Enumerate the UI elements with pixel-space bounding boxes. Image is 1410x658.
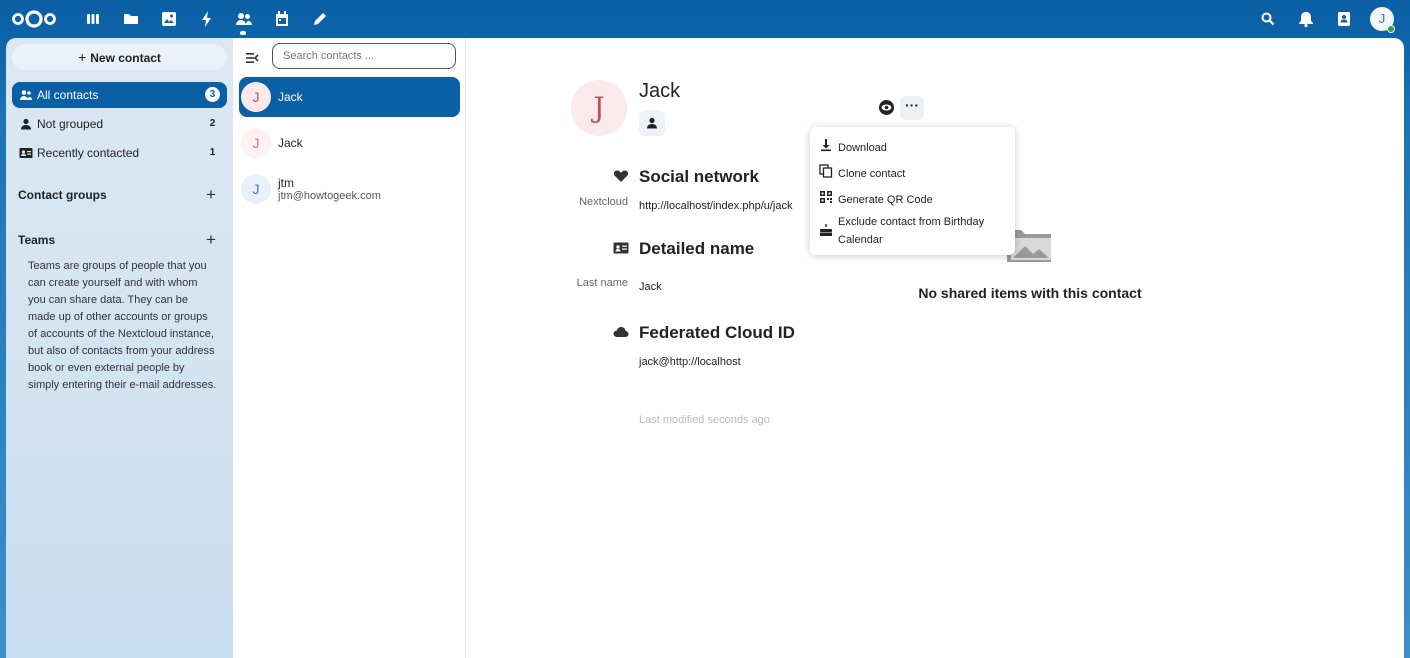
plus-icon: +	[78, 49, 87, 65]
last-modified: Last modified seconds ago	[639, 414, 770, 426]
contact-title[interactable]: Jack	[639, 80, 680, 103]
app-navigation: + New contact All contacts 3 Not grouped …	[6, 38, 233, 658]
contact-row[interactable]: J Jack	[239, 77, 460, 117]
contact-avatar: J	[241, 82, 271, 112]
contact-avatar: J	[241, 174, 271, 204]
toggle-navigation-icon[interactable]	[244, 50, 260, 66]
menu-item-exclude-birthday[interactable]: Exclude contact from Birthday Calendar	[810, 211, 1015, 251]
download-icon	[819, 138, 833, 152]
contacts-menu-icon[interactable]	[1335, 10, 1353, 28]
bell-icon[interactable]	[1297, 10, 1315, 28]
contacts-list: J Jack J Jack J jtm jtm@howtogeek.com	[233, 38, 466, 658]
contact-row[interactable]: J jtm jtm@howtogeek.com	[239, 169, 460, 209]
contact-card-icon	[19, 146, 33, 160]
contact-row[interactable]: J Jack	[239, 123, 460, 163]
status-online-icon	[1387, 25, 1395, 33]
new-contact-button[interactable]: + New contact	[12, 44, 227, 70]
actions-menu: Download Clone contact Generate QR Code …	[810, 127, 1015, 255]
federated-cloud-heading: Federated Cloud ID	[639, 323, 795, 342]
nav-label: All contacts	[37, 88, 99, 102]
lastname-value[interactable]: Jack	[639, 281, 662, 293]
notes-icon[interactable]	[311, 10, 329, 28]
photos-icon[interactable]	[160, 10, 178, 28]
search-input[interactable]	[272, 43, 456, 69]
new-contact-label: New contact	[90, 51, 161, 65]
social-value[interactable]: http://localhost/index.php/u/jack	[639, 200, 792, 212]
social-network-heading: Social network	[639, 167, 759, 186]
calendar-icon[interactable]	[273, 10, 291, 28]
contact-type-button[interactable]	[639, 110, 665, 136]
teams-heading: Teams	[18, 233, 56, 247]
detailed-name-heading: Detailed name	[639, 239, 755, 258]
nav-label: Recently contacted	[37, 146, 140, 160]
menu-item-qr-code[interactable]: Generate QR Code	[810, 185, 1015, 209]
contacts-icon[interactable]	[235, 10, 253, 28]
contact-name: jtm	[278, 176, 294, 190]
qr-code-icon	[819, 190, 833, 204]
nextcloud-logo[interactable]	[10, 9, 58, 29]
menu-label: Download	[838, 142, 887, 154]
nav-item-recently-contacted[interactable]: Recently contacted 1	[12, 140, 227, 166]
more-actions-button[interactable]: ···	[900, 96, 924, 120]
nav-item-not-grouped[interactable]: Not grouped 2	[12, 111, 227, 137]
person-icon	[647, 117, 657, 129]
menu-label: Exclude contact from Birthday Calendar	[838, 216, 985, 246]
nav-label: Not grouped	[37, 117, 104, 131]
add-team-button[interactable]: +	[206, 231, 216, 248]
cake-icon	[819, 223, 833, 237]
contact-groups-heading: Contact groups	[18, 188, 107, 202]
teams-description: Teams are groups of people that you can …	[28, 260, 217, 391]
contact-name: Jack	[278, 90, 303, 104]
federated-value[interactable]: jack@http://localhost	[639, 356, 741, 368]
contact-name: Jack	[278, 136, 303, 150]
contact-avatar-large[interactable]: J	[571, 80, 627, 136]
menu-label: Clone contact	[838, 168, 906, 180]
activity-icon[interactable]	[198, 10, 216, 28]
count-badge: 2	[209, 118, 216, 129]
dashboard-icon[interactable]	[84, 10, 102, 28]
name-card-icon	[613, 240, 629, 256]
contact-avatar: J	[241, 128, 271, 158]
menu-item-download[interactable]: Download	[810, 133, 1015, 157]
contact-email: jtm@howtogeek.com	[278, 190, 381, 202]
clone-icon	[819, 164, 833, 178]
nav-item-all-contacts[interactable]: All contacts 3	[12, 82, 227, 108]
count-badge: 3	[205, 87, 220, 102]
person-icon	[19, 117, 33, 131]
add-group-button[interactable]: +	[206, 186, 216, 203]
search-icon[interactable]	[1259, 10, 1277, 28]
count-badge: 1	[209, 147, 216, 158]
lastname-label: Last name	[576, 277, 628, 289]
social-label: Nextcloud	[579, 196, 628, 208]
files-icon[interactable]	[122, 10, 140, 28]
group-icon	[19, 88, 33, 102]
active-app-indicator	[240, 31, 246, 35]
no-shared-items: No shared items with this contact	[918, 285, 1142, 301]
top-bar: J	[0, 0, 1410, 38]
main-content: J Jack J Jack J jtm jtm@howtogeek.com J …	[233, 38, 1404, 658]
eye-icon[interactable]	[878, 99, 895, 116]
cloud-icon	[613, 324, 629, 340]
heart-icon	[613, 168, 629, 184]
menu-item-clone[interactable]: Clone contact	[810, 159, 1015, 183]
menu-label: Generate QR Code	[838, 194, 933, 206]
